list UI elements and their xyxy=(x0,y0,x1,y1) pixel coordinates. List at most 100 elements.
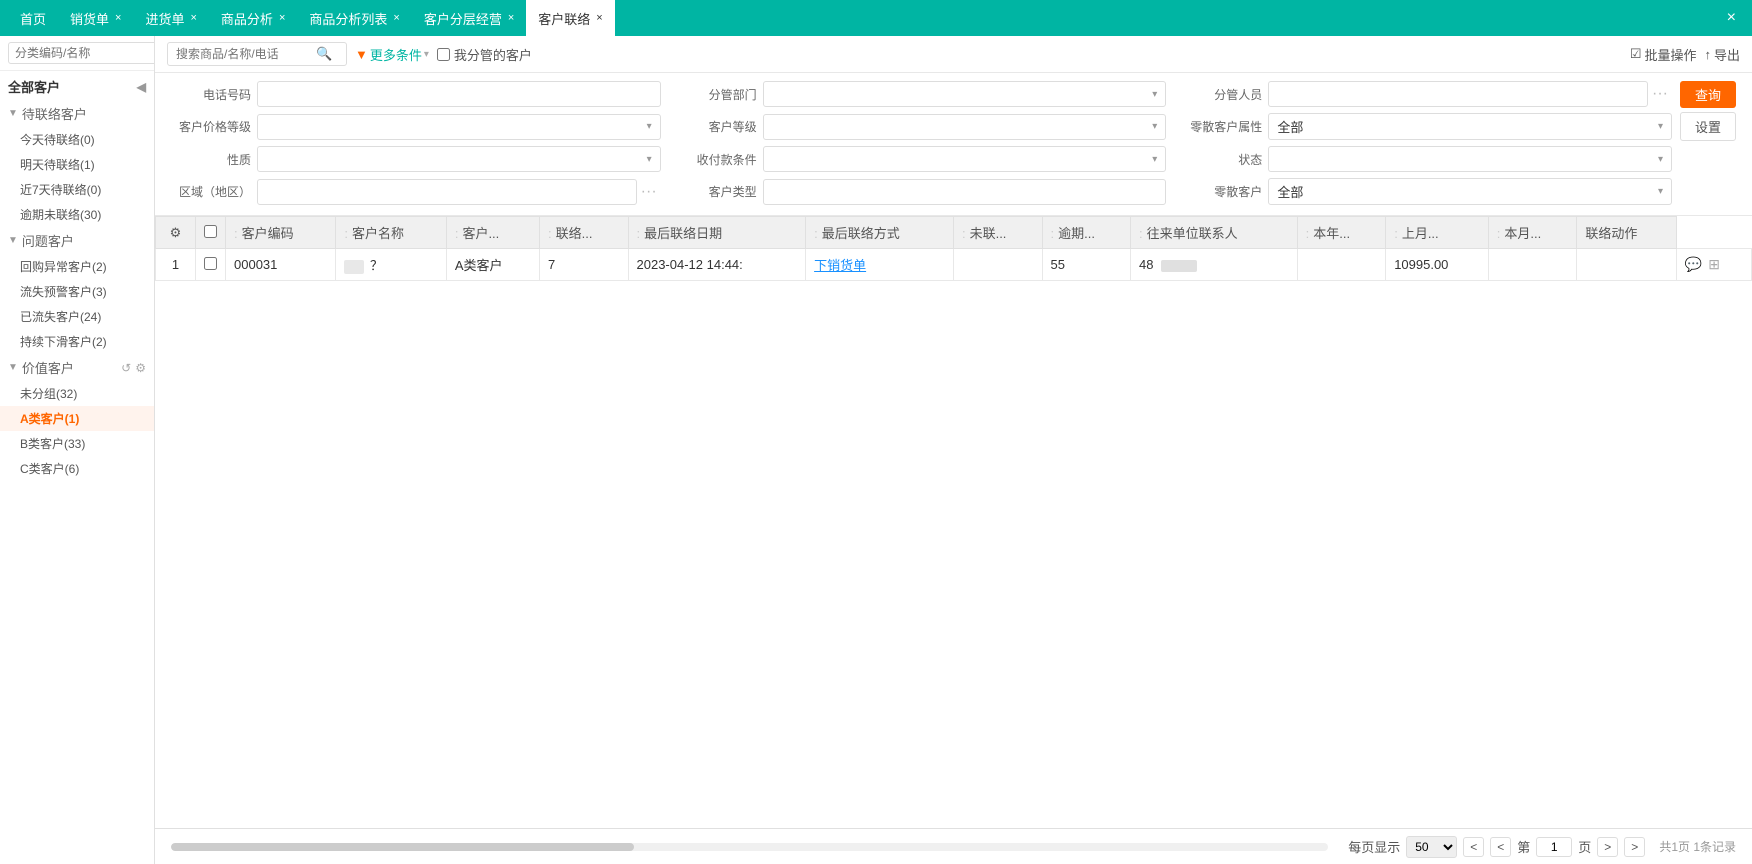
row-action-chat[interactable]: 💬 xyxy=(1685,256,1702,273)
filter-input-phone[interactable] xyxy=(257,81,661,107)
prev-page-btn[interactable]: < xyxy=(1490,837,1511,857)
th-last-contact-date[interactable]: : 最后联络日期 xyxy=(628,217,806,249)
th-last-month[interactable]: : 上月... xyxy=(1386,217,1489,249)
more-filters-btn[interactable]: ▼ 更多条件 ▾ xyxy=(355,45,429,64)
sidebar-item-rebuy-abnormal[interactable]: 回购异常客户(2) xyxy=(0,254,154,279)
chevron-payment: ▾ xyxy=(1152,154,1157,165)
export-btn[interactable]: ↑ 导出 xyxy=(1704,45,1740,64)
batch-op-btn[interactable]: ☑ 批量操作 xyxy=(1630,45,1697,64)
th-this-month[interactable]: : 本月... xyxy=(1488,217,1577,249)
nav-customer-segmentation[interactable]: 客户分层经营 × xyxy=(412,0,526,36)
value-refresh-icon[interactable]: ↺ xyxy=(121,361,131,375)
sidebar-collapse-btn[interactable]: ◀ xyxy=(137,80,146,94)
th-uncontacted[interactable]: : 未联... xyxy=(953,217,1042,249)
arrow-pending: ▼ xyxy=(8,108,18,119)
first-page-btn[interactable]: < xyxy=(1463,837,1484,857)
sidebar-item-class-c[interactable]: C类客户(6) xyxy=(0,456,154,481)
th-name[interactable]: : 客户名称 xyxy=(336,217,446,249)
last-page-btn[interactable]: > xyxy=(1624,837,1645,857)
th-last-contact-method[interactable]: : 最后联络方式 xyxy=(806,217,954,249)
nav-sales-order[interactable]: 销货单 × xyxy=(58,0,133,36)
filter-select-price-grade[interactable]: ▾ xyxy=(257,114,661,140)
value-settings-icon[interactable]: ⚙ xyxy=(135,361,146,375)
row-checkbox[interactable] xyxy=(204,257,217,270)
nav-seg-close[interactable]: × xyxy=(508,12,514,24)
sidebar-item-class-a[interactable]: A类客户(1) xyxy=(0,406,154,431)
th-gear[interactable]: ⚙ xyxy=(156,217,196,249)
sidebar-group-value[interactable]: ▼ 价值客户 ↺ ⚙ xyxy=(0,354,154,381)
sidebar-item-churned[interactable]: 已流失客户(24) xyxy=(0,304,154,329)
search-icon[interactable]: 🔍 xyxy=(316,46,332,62)
sidebar-item-unclassified[interactable]: 未分组(32) xyxy=(0,381,154,406)
td-last-contact-method[interactable]: 下销货单 xyxy=(806,249,954,281)
filter-select-retail-attr[interactable]: 全部 ▾ xyxy=(1268,113,1672,140)
table-row: 1 000031 ？ A类客户 7 2023-04-12 14:44: xyxy=(156,249,1752,281)
filter-select-nature[interactable]: ▾ xyxy=(257,146,661,172)
nav-purchase-close[interactable]: × xyxy=(190,12,196,24)
col-method-label: 最后联络方式 xyxy=(822,226,900,241)
nav-customer-contact[interactable]: 客户联络 × xyxy=(526,0,614,36)
th-this-year[interactable]: : 本年... xyxy=(1297,217,1386,249)
col-contacts-label: 往来单位联系人 xyxy=(1147,226,1238,241)
sidebar-item-class-b[interactable]: B类客户(33) xyxy=(0,431,154,456)
filter-select-dept[interactable]: ▾ xyxy=(763,81,1167,107)
filter-select-retail-customer[interactable]: 全部 ▾ xyxy=(1268,178,1672,205)
sidebar-item-churn-warning[interactable]: 流失预警客户(3) xyxy=(0,279,154,304)
nav-product-analysis-list[interactable]: 商品分析列表 × xyxy=(297,0,411,36)
filter-person-dots[interactable]: ··· xyxy=(1648,85,1672,103)
sidebar-item-tomorrow[interactable]: 明天待联络(1) xyxy=(0,152,154,177)
nav-product-close[interactable]: × xyxy=(279,12,285,24)
row-action-qr[interactable]: ⊞ xyxy=(1708,256,1720,273)
th-code[interactable]: : 客户编码 xyxy=(226,217,336,249)
filter-select-customer-grade[interactable]: ▾ xyxy=(763,114,1167,140)
my-customers-filter[interactable]: 我分管的客户 xyxy=(437,45,532,64)
chevron-status: ▾ xyxy=(1658,154,1663,165)
th-customer-type[interactable]: : 客户... xyxy=(446,217,539,249)
search-input[interactable] xyxy=(176,47,316,61)
th-contact-count[interactable]: : 联络... xyxy=(539,217,628,249)
gear-icon-header[interactable]: ⚙ xyxy=(170,225,182,240)
sidebar-group-pending-contact[interactable]: ▼ 待联络客户 xyxy=(0,100,154,127)
filter-region-dots[interactable]: ··· xyxy=(637,183,661,201)
sidebar-group-problem[interactable]: ▼ 问题客户 xyxy=(0,227,154,254)
nav-contact-close[interactable]: × xyxy=(596,12,602,24)
sidebar-item-7days[interactable]: 近7天待联络(0) xyxy=(0,177,154,202)
nav-sales-close[interactable]: × xyxy=(115,12,121,24)
nav-product-list-close[interactable]: × xyxy=(393,12,399,24)
th-checkbox[interactable] xyxy=(196,217,226,249)
filter-input-region[interactable] xyxy=(257,179,637,205)
td-checkbox[interactable] xyxy=(196,249,226,281)
sidebar-item-overdue[interactable]: 逾期未联络(30) xyxy=(0,202,154,227)
sidebar-all-customers[interactable]: 全部客户 ◀ xyxy=(0,71,154,100)
query-button[interactable]: 查询 xyxy=(1680,81,1736,108)
sidebar-item-today[interactable]: 今天待联络(0) xyxy=(0,127,154,152)
nav-purchase-order[interactable]: 进货单 × xyxy=(133,0,208,36)
nav-product-analysis[interactable]: 商品分析 × xyxy=(209,0,297,36)
group-pending-label: 待联络客户 xyxy=(22,104,87,123)
col-this-year-label: 本年... xyxy=(1313,226,1350,241)
close-all-btn[interactable]: × xyxy=(1719,9,1744,26)
select-all-checkbox[interactable] xyxy=(204,225,217,238)
last-contact-link[interactable]: 下销货单 xyxy=(814,258,866,273)
filter-input-person[interactable] xyxy=(1268,81,1648,107)
col-name-label: 客户名称 xyxy=(352,226,404,241)
page-size-select[interactable]: 50 10 20 100 xyxy=(1406,836,1457,858)
group-problem-label: 问题客户 xyxy=(22,231,74,250)
filter-cell-dept: 分管部门 ▾ xyxy=(677,81,1167,107)
filter-input-customer-type[interactable] xyxy=(763,179,1167,205)
page-size-label: 每页显示 xyxy=(1348,837,1400,856)
sidebar-search-input[interactable] xyxy=(8,42,155,64)
th-contacts[interactable]: : 往来单位联系人 xyxy=(1131,217,1298,249)
filter-retail-attr-value: 全部 xyxy=(1277,117,1303,136)
next-page-btn[interactable]: > xyxy=(1597,837,1618,857)
my-customers-checkbox[interactable] xyxy=(437,48,450,61)
filter-select-status[interactable]: ▾ xyxy=(1268,146,1672,172)
th-overdue[interactable]: : 逾期... xyxy=(1042,217,1131,249)
pagination: 每页显示 50 10 20 100 < < 第 页 > > 共1页 1条记录 xyxy=(1348,836,1736,858)
page-number-input[interactable] xyxy=(1536,837,1572,857)
settings-button[interactable]: 设置 xyxy=(1680,112,1736,141)
filter-select-payment[interactable]: ▾ xyxy=(763,146,1167,172)
nav-home[interactable]: 首页 xyxy=(8,0,58,36)
sidebar-item-declining[interactable]: 持续下滑客户(2) xyxy=(0,329,154,354)
horizontal-scrollbar[interactable] xyxy=(171,843,1328,851)
